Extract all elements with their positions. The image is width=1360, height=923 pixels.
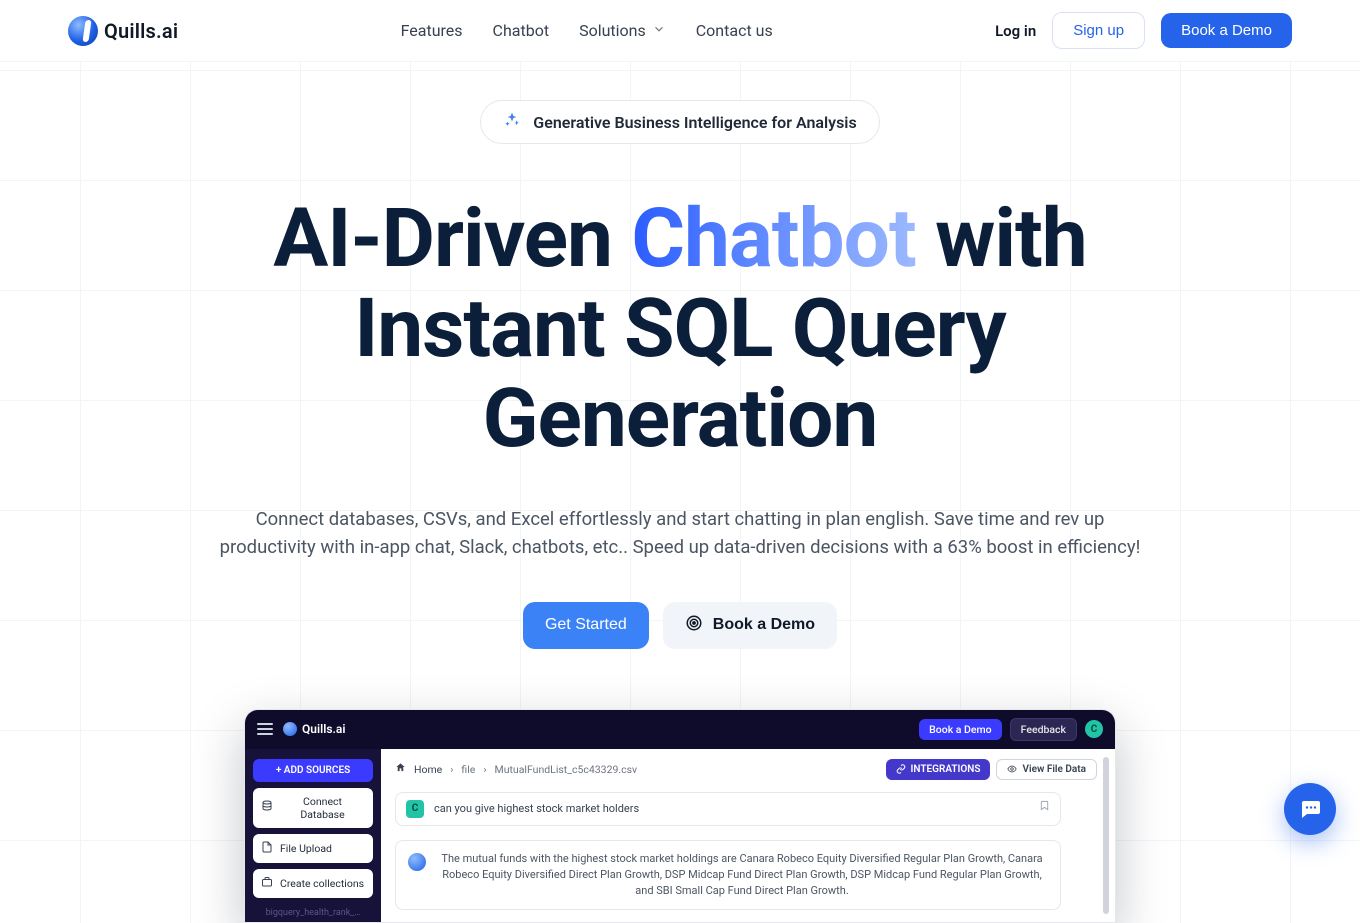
preview-user-avatar: C xyxy=(406,800,424,818)
preview-book-demo: Book a Demo xyxy=(919,719,1001,740)
hero-pill-text: Generative Business Intelligence for Ana… xyxy=(533,113,856,132)
preview-integrations-pill: INTEGRATIONS xyxy=(886,759,991,780)
nav-features[interactable]: Features xyxy=(401,21,463,40)
home-icon xyxy=(395,762,406,776)
preview-src-db: Connect Database xyxy=(253,788,373,828)
chat-icon xyxy=(1298,797,1322,821)
hero-cta-row: Get Started Book a Demo xyxy=(0,602,1360,649)
get-started-button[interactable]: Get Started xyxy=(523,602,649,649)
login-link[interactable]: Log in xyxy=(995,22,1036,40)
menu-icon xyxy=(257,723,273,735)
app-preview: Quills.ai Book a Demo Feedback C + ADD S… xyxy=(244,709,1116,923)
file-upload-icon xyxy=(261,841,273,856)
header-actions: Log in Sign up Book a Demo xyxy=(995,12,1292,49)
nav-contact[interactable]: Contact us xyxy=(696,21,773,40)
chevron-right-icon: › xyxy=(450,763,453,776)
book-demo-button[interactable]: Book a Demo xyxy=(1161,13,1292,48)
headline-accent: Chatbot xyxy=(631,191,915,287)
preview-src-db-label: Connect Database xyxy=(280,795,365,821)
site-header: Quills.ai Features Chatbot Solutions Con… xyxy=(0,0,1360,62)
collections-icon xyxy=(261,876,273,891)
preview-sidebar: + ADD SOURCES Connect Database File Uplo… xyxy=(245,749,381,922)
headline-pre: AI-Driven xyxy=(273,191,631,287)
preview-topbar: Quills.ai Book a Demo Feedback C xyxy=(245,710,1115,749)
hero-pill: Generative Business Intelligence for Ana… xyxy=(480,100,879,144)
crumb-home: Home xyxy=(414,763,442,776)
preview-bot-text: The mutual funds with the highest stock … xyxy=(436,851,1048,899)
preview-src-file-label: File Upload xyxy=(280,842,332,855)
target-icon xyxy=(685,614,703,637)
preview-user-message: C can you give highest stock market hold… xyxy=(395,792,1061,826)
nav-solutions[interactable]: Solutions xyxy=(579,21,666,40)
preview-avatar: C xyxy=(1085,720,1103,738)
preview-logo-icon xyxy=(283,722,297,736)
chevron-down-icon xyxy=(652,21,666,40)
preview-bot-avatar-icon xyxy=(408,853,426,871)
chevron-right-icon: › xyxy=(483,763,486,776)
brand-name: Quills.ai xyxy=(104,19,178,43)
preview-faint-item: bigquery_health_rank_… xyxy=(253,904,373,922)
hero-headline: AI-Driven Chatbot with Instant SQL Query… xyxy=(190,194,1170,465)
preview-bot-message: The mutual funds with the highest stock … xyxy=(395,840,1061,910)
preview-feedback: Feedback xyxy=(1010,718,1077,741)
crumb-mid: file xyxy=(461,763,475,776)
preview-brand: Quills.ai xyxy=(302,722,345,736)
preview-main: Home › file › MutualFundList_c5c43329.cs… xyxy=(381,749,1103,922)
preview-add-sources: + ADD SOURCES xyxy=(253,759,373,782)
preview-src-coll-label: Create collections xyxy=(280,877,364,890)
crumb-leaf: MutualFundList_c5c43329.csv xyxy=(495,763,638,776)
main-nav: Features Chatbot Solutions Contact us xyxy=(401,21,773,40)
signup-button[interactable]: Sign up xyxy=(1052,12,1145,49)
book-demo-secondary-button[interactable]: Book a Demo xyxy=(663,602,837,649)
sparkle-icon xyxy=(503,111,521,133)
nav-chatbot[interactable]: Chatbot xyxy=(493,21,550,40)
preview-scrollbar xyxy=(1103,757,1109,914)
nav-solutions-label: Solutions xyxy=(579,21,646,40)
bookmark-icon xyxy=(1039,800,1050,814)
book-demo-secondary-label: Book a Demo xyxy=(713,616,815,634)
database-icon xyxy=(261,800,273,815)
preview-breadcrumb: Home › file › MutualFundList_c5c43329.cs… xyxy=(395,762,637,776)
preview-view-file-pill: View File Data xyxy=(996,759,1097,780)
chat-widget-button[interactable] xyxy=(1284,783,1336,835)
preview-user-text: can you give highest stock market holder… xyxy=(434,802,639,815)
preview-logo: Quills.ai xyxy=(283,722,345,736)
hero-subhead: Connect databases, CSVs, and Excel effor… xyxy=(210,505,1150,562)
logo-icon xyxy=(68,16,98,46)
hero: Generative Business Intelligence for Ana… xyxy=(0,62,1360,923)
brand-logo[interactable]: Quills.ai xyxy=(68,16,178,46)
preview-src-collections: Create collections xyxy=(253,869,373,898)
